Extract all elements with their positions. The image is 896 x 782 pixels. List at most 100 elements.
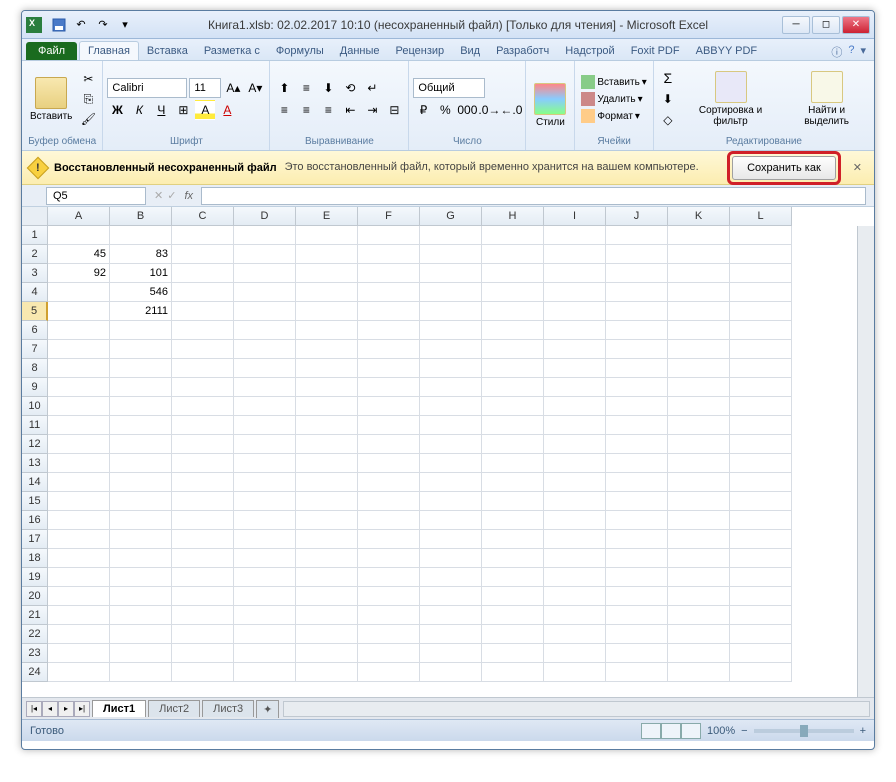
tab-view[interactable]: Вид [452,42,488,60]
zoom-out-button[interactable]: − [741,725,747,737]
insert-cells-button[interactable]: Вставить ▾ [579,74,648,90]
cell[interactable] [234,511,296,530]
cell[interactable] [358,359,420,378]
font-name-select[interactable] [107,78,187,98]
cell[interactable] [358,663,420,682]
cell[interactable] [606,378,668,397]
tab-data[interactable]: Данные [332,42,388,60]
cell[interactable] [172,302,234,321]
cell[interactable] [420,378,482,397]
cell[interactable] [420,340,482,359]
find-select-button[interactable]: Найти и выделить [783,69,870,129]
cell[interactable] [234,473,296,492]
increase-decimal-icon[interactable]: .0→ [479,100,499,120]
cell[interactable] [110,340,172,359]
cell[interactable] [234,606,296,625]
align-middle-icon[interactable]: ≡ [296,78,316,98]
message-bar-close-icon[interactable]: ✕ [849,161,866,174]
cell[interactable] [296,378,358,397]
cell[interactable] [544,435,606,454]
percent-icon[interactable]: % [435,100,455,120]
cell[interactable] [482,549,544,568]
cell[interactable] [606,644,668,663]
cell[interactable] [358,302,420,321]
cell[interactable] [482,530,544,549]
cell[interactable] [606,245,668,264]
cell[interactable] [606,435,668,454]
tab-addins[interactable]: Надстрой [557,42,622,60]
cell[interactable] [606,492,668,511]
cell[interactable]: 546 [110,283,172,302]
cell[interactable] [544,302,606,321]
cell[interactable] [48,416,110,435]
cell[interactable] [730,511,792,530]
cell[interactable] [172,568,234,587]
cell[interactable] [668,226,730,245]
cell[interactable] [668,378,730,397]
cell[interactable] [48,226,110,245]
row-header[interactable]: 6 [22,321,48,340]
sheet-tab-2[interactable]: Лист2 [148,700,200,717]
cell[interactable] [668,302,730,321]
cell[interactable] [420,568,482,587]
row-header[interactable]: 13 [22,454,48,473]
cell[interactable] [544,340,606,359]
cell[interactable] [544,397,606,416]
cell[interactable] [482,606,544,625]
copy-icon[interactable]: ⎘ [78,90,98,108]
cell[interactable] [482,454,544,473]
cell[interactable] [544,378,606,397]
cell[interactable] [482,625,544,644]
cell[interactable] [48,568,110,587]
cell[interactable] [420,302,482,321]
cell[interactable] [296,644,358,663]
cell[interactable] [358,397,420,416]
cell[interactable] [668,587,730,606]
cell[interactable] [234,530,296,549]
cell[interactable] [482,473,544,492]
cell[interactable] [110,606,172,625]
cell[interactable] [48,435,110,454]
cell[interactable] [668,492,730,511]
cell[interactable] [296,321,358,340]
ribbon-options-icon[interactable]: ▾ [860,44,866,60]
column-header[interactable]: E [296,207,358,226]
underline-button[interactable]: Ч [151,100,171,120]
cell[interactable] [48,378,110,397]
cell[interactable] [668,568,730,587]
cell[interactable] [358,568,420,587]
cell[interactable] [48,359,110,378]
formula-bar[interactable] [201,187,866,205]
cell[interactable] [544,663,606,682]
cell[interactable] [668,397,730,416]
cell[interactable] [358,606,420,625]
cell[interactable] [544,245,606,264]
cell[interactable] [358,321,420,340]
cell[interactable] [172,397,234,416]
cell[interactable] [420,587,482,606]
cell[interactable] [358,264,420,283]
cell[interactable] [110,530,172,549]
cell[interactable] [606,625,668,644]
cell[interactable] [358,625,420,644]
cell[interactable] [48,606,110,625]
cell[interactable] [358,435,420,454]
minimize-button[interactable]: ─ [782,16,810,34]
cell[interactable] [296,492,358,511]
cell[interactable] [668,530,730,549]
cell[interactable] [296,568,358,587]
align-bottom-icon[interactable]: ⬇ [318,78,338,98]
cell[interactable] [172,625,234,644]
cell[interactable] [668,340,730,359]
minimize-ribbon-icon[interactable]: ⓘ [831,44,842,60]
font-color-icon[interactable]: A [217,100,237,120]
row-header[interactable]: 18 [22,549,48,568]
cell[interactable] [172,530,234,549]
cell[interactable] [606,530,668,549]
cell[interactable] [668,663,730,682]
cell[interactable] [234,359,296,378]
cell[interactable] [420,283,482,302]
cell[interactable] [234,378,296,397]
cell[interactable] [420,625,482,644]
cell[interactable] [420,606,482,625]
